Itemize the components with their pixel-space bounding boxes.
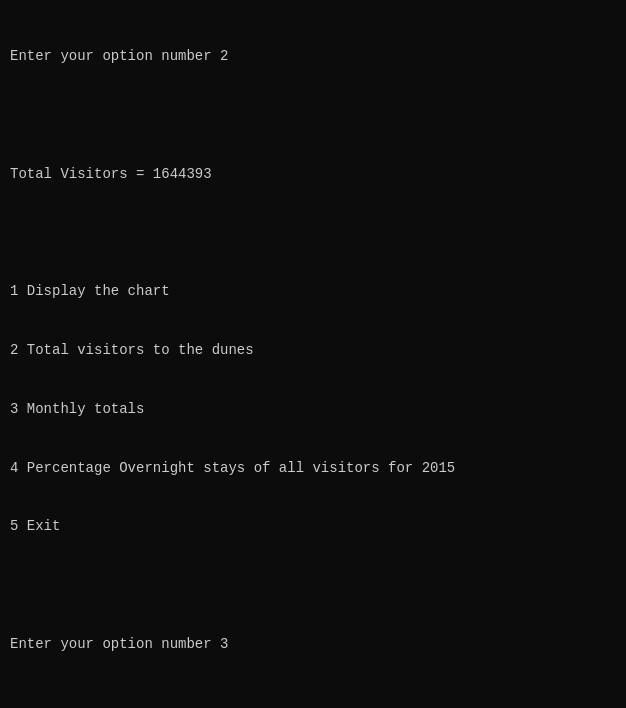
menu1-item3: 3 Monthly totals — [10, 400, 616, 420]
menu1-item5: 5 Exit — [10, 517, 616, 537]
menu1-item2: 2 Total visitors to the dunes — [10, 341, 616, 361]
option-prompt-1: Enter your option number 2 — [10, 47, 616, 67]
blank-line-3 — [10, 576, 616, 596]
blank-line-2 — [10, 224, 616, 244]
terminal-output: Enter your option number 2 Total Visitor… — [10, 8, 616, 708]
blank-line-1 — [10, 106, 616, 126]
menu1-item4: 4 Percentage Overnight stays of all visi… — [10, 459, 616, 479]
blank-line-4 — [10, 694, 616, 708]
option-prompt-2: Enter your option number 3 — [10, 635, 616, 655]
total-visitors: Total Visitors = 1644393 — [10, 165, 616, 185]
menu1-item1: 1 Display the chart — [10, 282, 616, 302]
